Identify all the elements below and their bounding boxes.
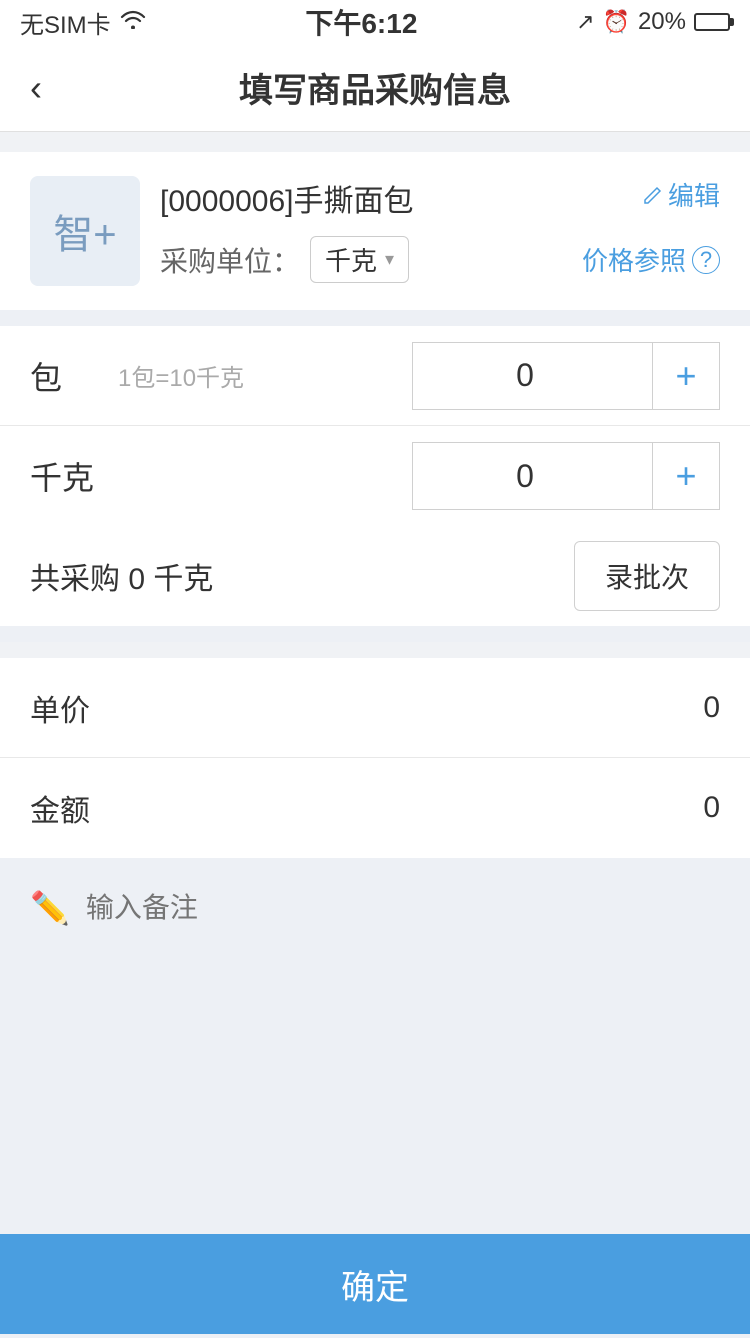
status-bar: 无SIM卡 下午6:12 ↗ ⏰ 20% [0,0,750,44]
confirm-button[interactable]: 确定 [0,1234,750,1334]
section-divider-1 [0,310,750,326]
battery-icon [694,13,730,31]
location-icon: ↗ [576,9,594,35]
kg-label: 千克 [30,453,110,499]
product-thumbnail: 智+ [30,176,140,286]
note-input[interactable] [86,892,720,924]
battery-percent: 20% [638,8,686,36]
summary-text: 共采购 0 千克 [30,554,213,598]
product-card: 智+ [0000006]手撕面包 编辑 采购单位： 千克 ▾ 价格参照 ? [0,152,750,310]
status-time: 下午6:12 [305,2,417,42]
amount-row: 金额 0 [0,758,750,858]
help-icon: ? [692,246,720,274]
edit-button[interactable]: 编辑 [642,176,720,213]
pack-plus-button[interactable]: + [652,342,720,410]
unit-price-label: 单价 [30,686,90,730]
kg-input-control: + [412,442,720,510]
kg-quantity-input[interactable] [412,442,652,510]
input-section: 包 1包=10千克 + 千克 + [0,326,750,526]
product-thumb-text: 智+ [53,202,116,260]
record-batch-button[interactable]: 录批次 [574,541,720,611]
page-title: 填写商品采购信息 [239,63,511,112]
product-name: [0000006]手撕面包 [160,176,413,220]
pack-input-control: + [412,342,720,410]
amount-value: 0 [703,791,720,825]
amount-label: 金额 [30,786,90,830]
status-left: 无SIM卡 [20,5,147,40]
product-info: [0000006]手撕面包 编辑 采购单位： 千克 ▾ 价格参照 ? [160,176,720,283]
back-button[interactable]: ‹ [30,67,42,109]
section-divider-2 [0,626,750,642]
wifi-icon [119,8,147,36]
pack-row: 包 1包=10千克 + [0,326,750,426]
chevron-down-icon: ▾ [385,249,394,270]
nav-bar: ‹ 填写商品采购信息 [0,44,750,132]
pack-quantity-input[interactable] [412,342,652,410]
pack-label: 包 [30,353,110,399]
price-ref-button[interactable]: 价格参照 ? [582,241,720,278]
unit-price-row: 单价 0 [0,658,750,758]
note-section: ✏️ [0,858,750,958]
alarm-icon: ⏰ [603,9,630,35]
price-section: 单价 0 金额 0 [0,658,750,858]
pack-sublabel: 1包=10千克 [118,358,412,393]
pencil-icon: ✏️ [30,889,70,927]
unit-select[interactable]: 千克 ▾ [310,236,409,283]
carrier-label: 无SIM卡 [20,5,111,40]
kg-row: 千克 + [0,426,750,526]
unit-label: 采购单位： [160,240,300,280]
kg-plus-button[interactable]: + [652,442,720,510]
status-right: ↗ ⏰ 20% [576,8,730,36]
summary-section: 共采购 0 千克 录批次 [0,526,750,626]
unit-price-value: 0 [703,691,720,725]
